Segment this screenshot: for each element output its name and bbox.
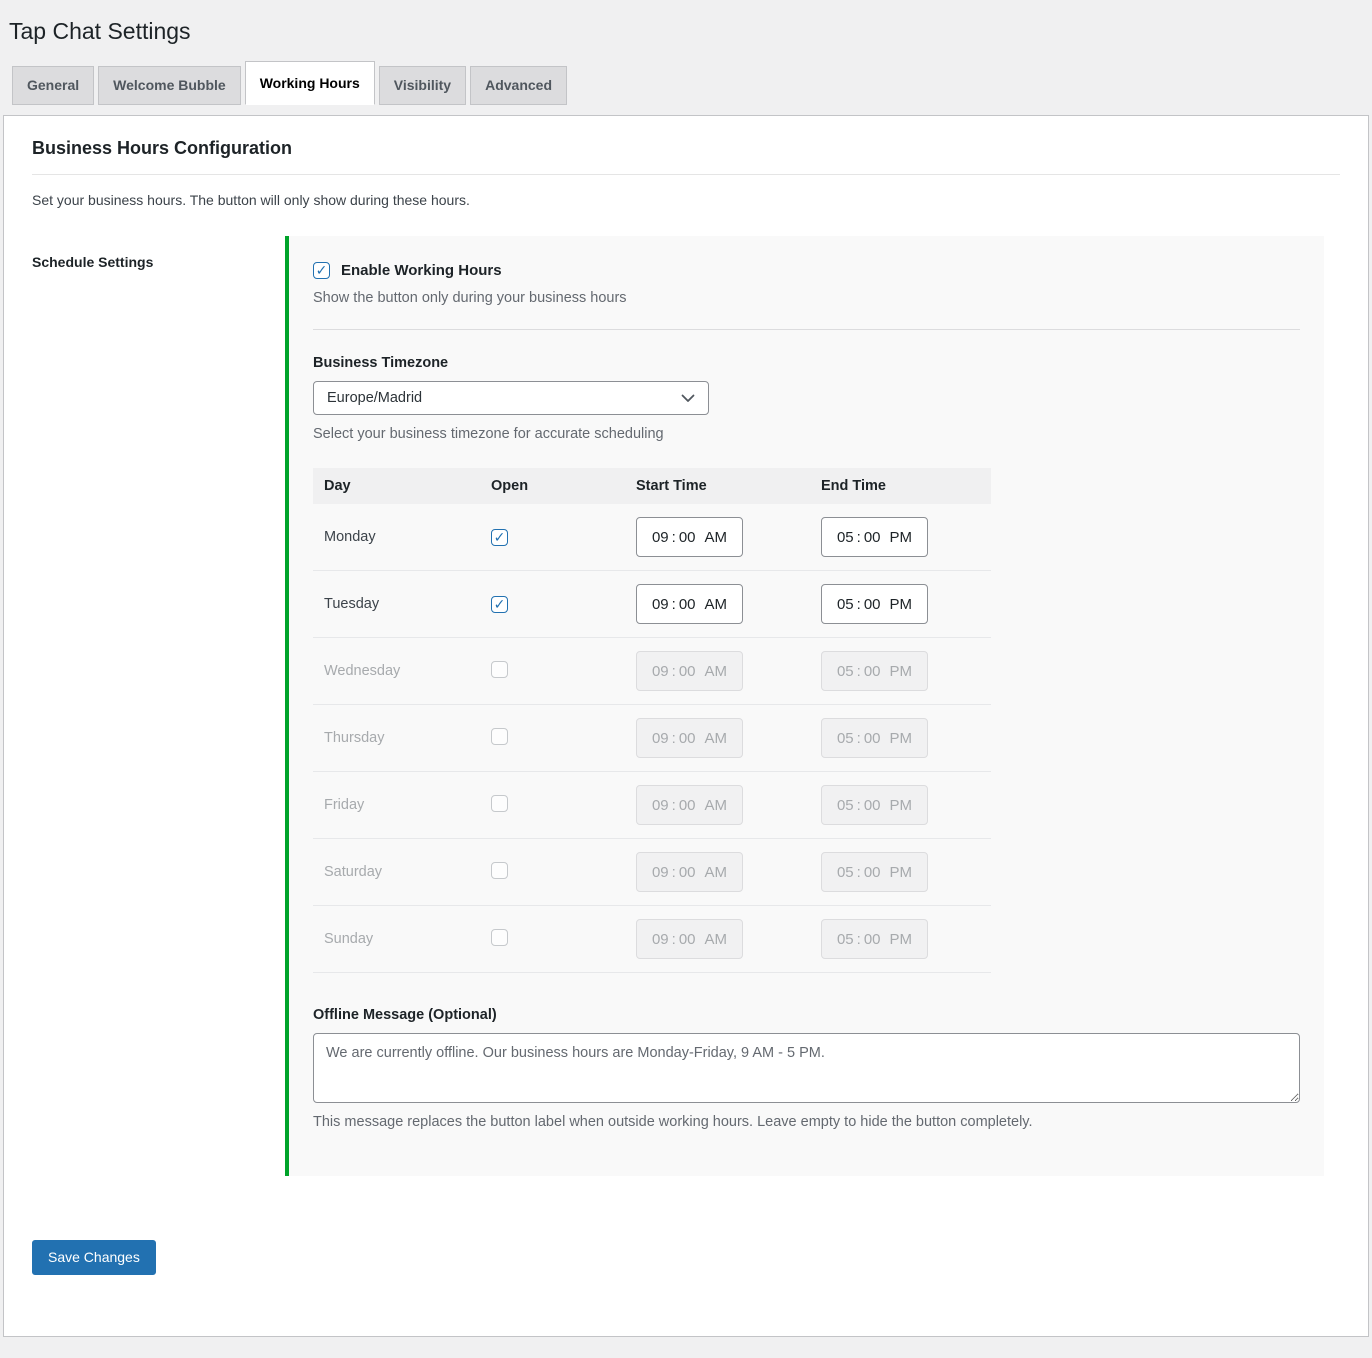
column-header-day: Day — [313, 468, 480, 504]
schedule-row: Monday ✓ 09:00AM 05:00PM — [313, 504, 991, 571]
day-label: Thursday — [324, 730, 384, 746]
day-label: Saturday — [324, 864, 382, 880]
tab-advanced[interactable]: Advanced — [470, 66, 567, 106]
day-open-checkbox[interactable]: ✓ — [491, 728, 508, 745]
schedule-row: Thursday ✓ 09:00AM 05:00PM — [313, 705, 991, 772]
day-label: Monday — [324, 529, 376, 545]
settings-tabs: General Welcome Bubble Working Hours Vis… — [12, 61, 1369, 106]
day-open-checkbox[interactable]: ✓ — [491, 661, 508, 678]
tab-welcome-bubble[interactable]: Welcome Bubble — [98, 66, 241, 106]
section-heading: Business Hours Configuration — [32, 116, 1340, 175]
end-time-input[interactable]: 05:00PM — [821, 718, 928, 758]
start-time-input[interactable]: 09:00AM — [636, 584, 743, 624]
day-open-checkbox[interactable]: ✓ — [491, 862, 508, 879]
day-open-checkbox[interactable]: ✓ — [491, 596, 508, 613]
timezone-selected-value: Europe/Madrid — [327, 390, 422, 406]
chevron-down-icon — [681, 394, 695, 403]
tab-working-hours[interactable]: Working Hours — [245, 61, 375, 106]
settings-page: Tap Chat Settings General Welcome Bubble… — [0, 0, 1372, 1345]
day-label: Friday — [324, 797, 364, 813]
timezone-select[interactable]: Europe/Madrid — [313, 381, 709, 415]
end-time-input[interactable]: 05:00PM — [821, 584, 928, 624]
schedule-row: Saturday ✓ 09:00AM 05:00PM — [313, 839, 991, 906]
offline-help-text: This message replaces the button label w… — [313, 1114, 1300, 1130]
schedule-row: Tuesday ✓ 09:00AM 05:00PM — [313, 571, 991, 638]
schedule-row: Sunday ✓ 09:00AM 05:00PM — [313, 906, 991, 973]
enable-help-text: Show the button only during your busines… — [313, 290, 1300, 306]
end-time-input[interactable]: 05:00PM — [821, 919, 928, 959]
check-icon: ✓ — [494, 530, 506, 544]
divider — [313, 329, 1300, 330]
save-changes-button[interactable]: Save Changes — [32, 1240, 156, 1274]
column-header-open: Open — [480, 468, 625, 504]
schedule-settings-label: Schedule Settings — [32, 236, 285, 270]
enable-working-hours-row: ✓ Enable Working Hours — [313, 262, 1300, 279]
day-label: Sunday — [324, 931, 373, 947]
check-icon: ✓ — [316, 263, 328, 277]
day-label: Tuesday — [324, 596, 379, 612]
start-time-input[interactable]: 09:00AM — [636, 517, 743, 557]
schedule-settings-row: Schedule Settings ✓ Enable Working Hours… — [4, 236, 1368, 1176]
end-time-input[interactable]: 05:00PM — [821, 785, 928, 825]
day-open-checkbox[interactable]: ✓ — [491, 529, 508, 546]
column-header-end-time: End Time — [810, 468, 991, 504]
working-hours-panel: Business Hours Configuration Set your bu… — [3, 115, 1369, 1337]
column-header-start-time: Start Time — [625, 468, 810, 504]
end-time-input[interactable]: 05:00PM — [821, 517, 928, 557]
tab-visibility[interactable]: Visibility — [379, 66, 466, 106]
end-time-input[interactable]: 05:00PM — [821, 651, 928, 691]
day-label: Wednesday — [324, 663, 400, 679]
start-time-input[interactable]: 09:00AM — [636, 919, 743, 959]
schedule-row: Friday ✓ 09:00AM 05:00PM — [313, 772, 991, 839]
enable-working-hours-label: Enable Working Hours — [341, 262, 502, 279]
start-time-input[interactable]: 09:00AM — [636, 651, 743, 691]
end-time-input[interactable]: 05:00PM — [821, 852, 928, 892]
check-icon: ✓ — [494, 597, 506, 611]
tab-general[interactable]: General — [12, 66, 94, 106]
day-open-checkbox[interactable]: ✓ — [491, 795, 508, 812]
schedule-header-row: Day Open Start Time End Time — [313, 468, 991, 504]
schedule-settings-block: ✓ Enable Working Hours Show the button o… — [285, 236, 1324, 1176]
section-description: Set your business hours. The button will… — [32, 192, 1340, 208]
start-time-input[interactable]: 09:00AM — [636, 785, 743, 825]
start-time-input[interactable]: 09:00AM — [636, 852, 743, 892]
offline-message-textarea[interactable]: We are currently offline. Our business h… — [313, 1033, 1300, 1103]
schedule-table-body: Monday ✓ 09:00AM 05:00PM Tuesday ✓ 09:00… — [313, 504, 991, 973]
day-open-checkbox[interactable]: ✓ — [491, 929, 508, 946]
enable-working-hours-checkbox[interactable]: ✓ — [313, 262, 330, 279]
schedule-table: Day Open Start Time End Time Monday ✓ 09… — [313, 468, 991, 973]
page-title: Tap Chat Settings — [9, 9, 1369, 51]
timezone-help-text: Select your business timezone for accura… — [313, 426, 1300, 442]
schedule-row: Wednesday ✓ 09:00AM 05:00PM — [313, 638, 991, 705]
start-time-input[interactable]: 09:00AM — [636, 718, 743, 758]
timezone-label: Business Timezone — [313, 355, 1300, 371]
offline-message-label: Offline Message (Optional) — [313, 1007, 1300, 1023]
